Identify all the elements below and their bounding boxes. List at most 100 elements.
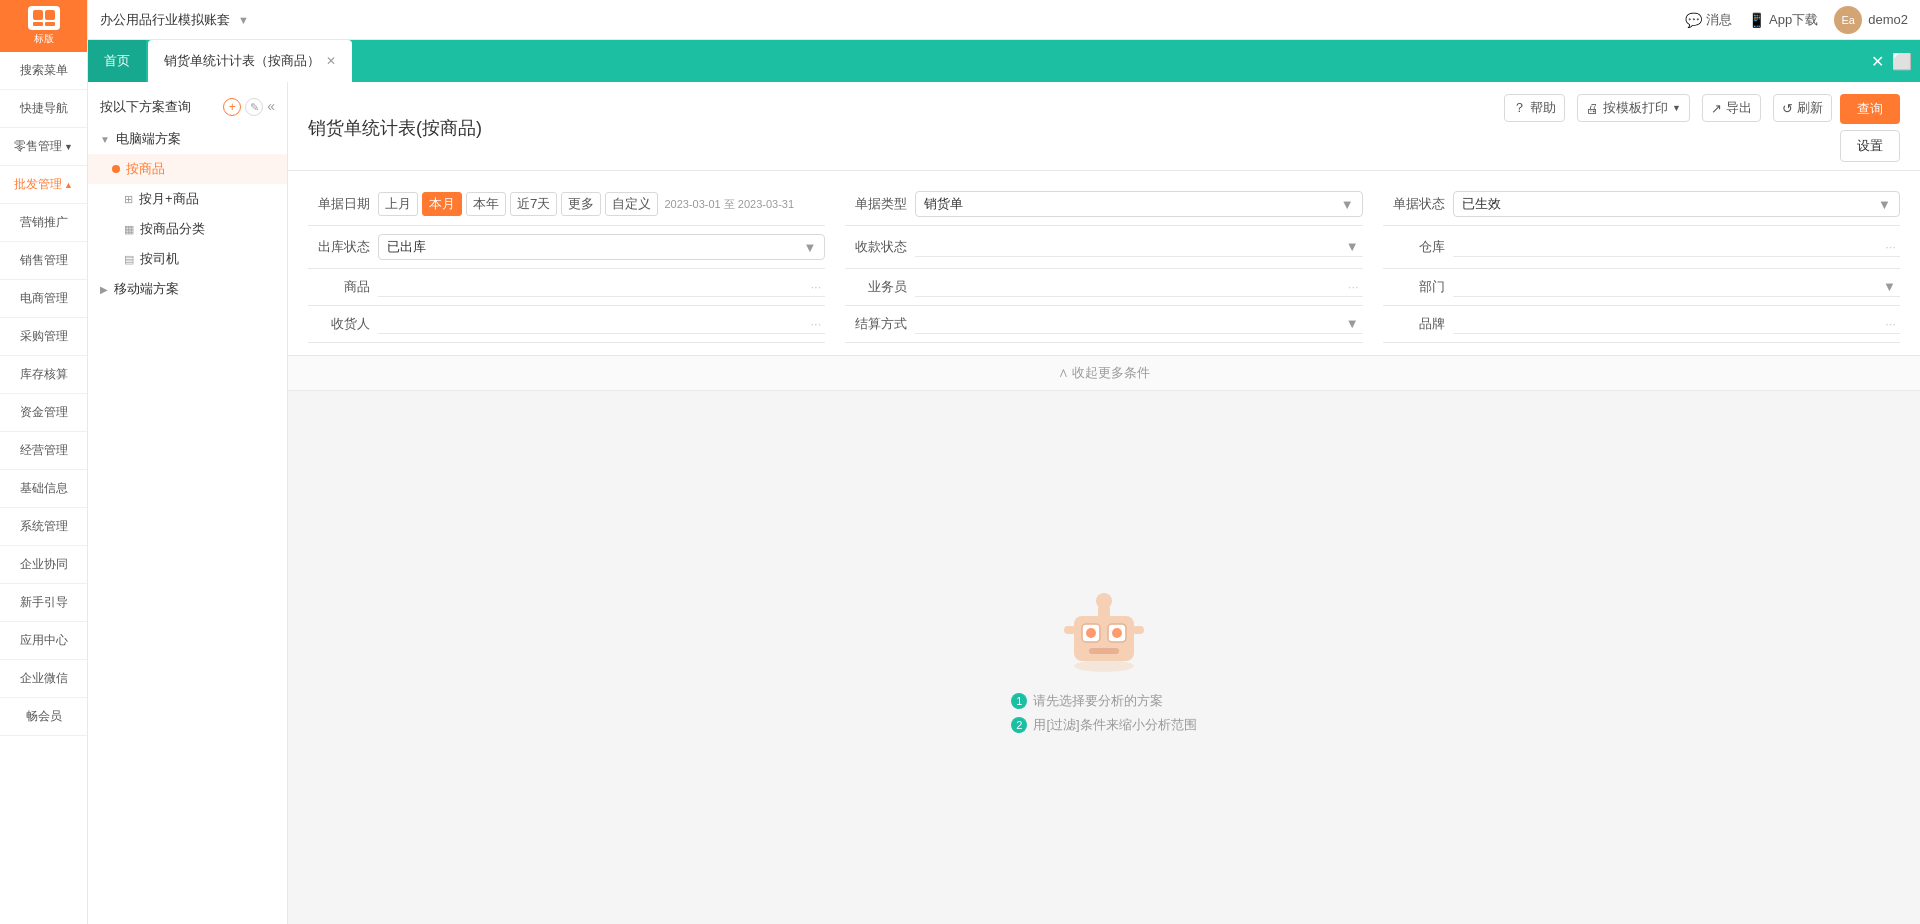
page-actions: ？ 帮助 🖨 按模板打印 ▼ ↗ 导出 [1504, 94, 1832, 122]
date-btn-this-year[interactable]: 本年 [466, 192, 506, 216]
filter-doc-status: 单据状态 已生效 ▼ [1383, 183, 1900, 226]
date-btn-custom[interactable]: 自定义 [605, 192, 658, 216]
tab-sales-stat[interactable]: 销货单统计计表（按商品） ✕ [148, 40, 352, 82]
date-btn-this-month[interactable]: 本月 [422, 192, 462, 216]
query-button[interactable]: 查询 [1840, 94, 1900, 124]
left-panel-header: 按以下方案查询 + ✎ « [88, 90, 287, 124]
tree-item-by-product-category[interactable]: ▦ 按商品分类 [88, 214, 287, 244]
receiver-dots-icon[interactable]: ··· [810, 316, 821, 331]
tab-close-icon[interactable]: ✕ [326, 54, 336, 68]
refresh-icon: ↺ [1782, 101, 1793, 116]
date-btn-last-7days[interactable]: 近7天 [510, 192, 557, 216]
receiver-control[interactable]: ··· [378, 314, 825, 334]
payment-status-control[interactable]: ▼ [915, 237, 1362, 257]
user-menu[interactable]: Ea demo2 [1834, 6, 1908, 34]
sidebar-item-wholesale[interactable]: 批发管理 ▲ [0, 166, 87, 204]
sidebar-item-retail[interactable]: 零售管理 ▼ [0, 128, 87, 166]
sidebar-item-operation[interactable]: 经营管理 [0, 432, 87, 470]
topbar: 办公用品行业模拟账套 ▼ 💬 消息 📱 App下载 Ea demo2 [88, 0, 1920, 40]
industry-dropdown-icon[interactable]: ▼ [238, 14, 249, 26]
tree-item-by-month-product[interactable]: ⊞ 按月+商品 [88, 184, 287, 214]
filter-section: 单据日期 上月 本月 本年 近7天 更多 自定义 20 [288, 171, 1920, 356]
tab-maximize-btn[interactable]: ⬜ [1892, 52, 1912, 71]
svg-rect-10 [1089, 648, 1119, 654]
date-btn-last-month[interactable]: 上月 [378, 192, 418, 216]
doc-type-control[interactable]: 销货单 ▼ [915, 191, 1362, 217]
help-icon: ？ [1513, 99, 1526, 117]
tree-group-pc-label: 电脑端方案 [116, 130, 181, 148]
payment-method-chevron-icon[interactable]: ▼ [1346, 316, 1359, 331]
department-control[interactable]: ▼ [1453, 277, 1900, 297]
print-chevron-icon: ▼ [1672, 103, 1681, 113]
sidebar-item-enterprise-wechat[interactable]: 企业微信 [0, 660, 87, 698]
sidebar-item-ecommerce[interactable]: 电商管理 [0, 280, 87, 318]
date-btn-more[interactable]: 更多 [561, 192, 601, 216]
collapse-left-btn[interactable]: « [267, 98, 275, 116]
svg-rect-3 [45, 22, 55, 26]
tab-home[interactable]: 首页 [88, 40, 146, 82]
tab-close-window-btn[interactable]: ✕ [1871, 52, 1884, 71]
salesperson-dots-icon[interactable]: ··· [1348, 279, 1359, 294]
sidebar-item-system[interactable]: 系统管理 [0, 508, 87, 546]
product-control[interactable]: ··· [378, 277, 825, 297]
right-panel: 销货单统计表(按商品) ？ 帮助 🖨 按模板打印 ▼ [288, 82, 1920, 924]
app-download-btn[interactable]: 📱 App下载 [1748, 11, 1818, 29]
refresh-btn[interactable]: ↺ 刷新 [1773, 94, 1832, 122]
sidebar-item-quick-nav[interactable]: 快捷导航 [0, 90, 87, 128]
topbar-right: 💬 消息 📱 App下载 Ea demo2 [1685, 6, 1908, 34]
edit-scheme-btn[interactable]: ✎ [245, 98, 263, 116]
help-btn[interactable]: ？ 帮助 [1504, 94, 1565, 122]
warehouse2-dots-icon[interactable]: ··· [1885, 239, 1896, 254]
tree-group-mobile-label: 移动端方案 [114, 280, 179, 298]
sidebar-item-finance[interactable]: 资金管理 [0, 394, 87, 432]
svg-rect-0 [33, 10, 43, 20]
page-title: 销货单统计表(按商品) [308, 116, 482, 140]
left-panel-title: 按以下方案查询 [100, 98, 191, 116]
product-dots-icon[interactable]: ··· [810, 279, 821, 294]
doc-status-control[interactable]: 已生效 ▼ [1453, 191, 1900, 217]
add-scheme-btn[interactable]: + [223, 98, 241, 116]
department-chevron-icon[interactable]: ▼ [1883, 279, 1896, 294]
warehouse2-control[interactable]: ··· [1453, 237, 1900, 257]
sidebar-item-marketing[interactable]: 营销推广 [0, 204, 87, 242]
template-print-btn[interactable]: 🖨 按模板打印 ▼ [1577, 94, 1690, 122]
filter-brand: 品牌 ··· [1383, 306, 1900, 343]
tree-item-by-product[interactable]: 按商品 [88, 154, 287, 184]
sidebar-item-inventory[interactable]: 库存核算 [0, 356, 87, 394]
salesperson-control[interactable]: ··· [915, 277, 1362, 297]
doc-status-chevron-icon[interactable]: ▼ [1878, 197, 1891, 212]
grid-icon: ⊞ [124, 193, 133, 206]
sidebar-item-sales[interactable]: 销售管理 [0, 242, 87, 280]
filter-warehouse2: 仓库 ··· [1383, 226, 1900, 269]
empty-text: 1 请先选择要分析的方案 2 用[过滤]条件来缩小分析范围 [1011, 692, 1196, 740]
sidebar-item-new-guide[interactable]: 新手引导 [0, 584, 87, 622]
sidebar-item-basic[interactable]: 基础信息 [0, 470, 87, 508]
chevron-down-icon: ▼ [64, 142, 73, 152]
sidebar-item-member[interactable]: 畅会员 [0, 698, 87, 736]
sidebar-item-search-menu[interactable]: 搜索菜单 [0, 52, 87, 90]
settings-button[interactable]: 设置 [1840, 130, 1900, 162]
sidebar-item-app-center[interactable]: 应用中心 [0, 622, 87, 660]
date-filter-control: 上月 本月 本年 近7天 更多 自定义 2023-03-01 至 2023-03… [378, 192, 825, 216]
message-btn[interactable]: 💬 消息 [1685, 11, 1732, 29]
export-btn[interactable]: ↗ 导出 [1702, 94, 1761, 122]
filter-date: 单据日期 上月 本月 本年 近7天 更多 自定义 20 [308, 183, 825, 226]
payment-status-chevron-icon[interactable]: ▼ [1346, 239, 1359, 254]
sidebar-item-purchase[interactable]: 采购管理 [0, 318, 87, 356]
warehouse-status-value: 已出库 [387, 238, 426, 256]
brand-control[interactable]: ··· [1453, 314, 1900, 334]
tree-item-by-month-product-label: 按月+商品 [139, 190, 199, 208]
tree-item-by-cashier[interactable]: ▤ 按司机 [88, 244, 287, 274]
brand-dots-icon[interactable]: ··· [1885, 316, 1896, 331]
tree-group-mobile[interactable]: ▶ 移动端方案 [88, 274, 287, 304]
filter-receiver: 收货人 ··· [308, 306, 825, 343]
warehouse-status-control[interactable]: 已出库 ▼ [378, 234, 825, 260]
payment-status-label: 收款状态 [845, 238, 915, 256]
sidebar-item-enterprise-collab[interactable]: 企业协同 [0, 546, 87, 584]
tree-group-pc[interactable]: ▼ 电脑端方案 [88, 124, 287, 154]
payment-method-control[interactable]: ▼ [915, 314, 1362, 334]
sidebar: 标版 搜索菜单 快捷导航 零售管理 ▼ 批发管理 ▲ 营销推广 销售管理 电商管… [0, 0, 88, 924]
doc-type-chevron-icon[interactable]: ▼ [1341, 197, 1354, 212]
warehouse-status-chevron-icon[interactable]: ▼ [803, 240, 816, 255]
collapse-filter-bar[interactable]: ∧ 收起更多条件 [288, 356, 1920, 391]
